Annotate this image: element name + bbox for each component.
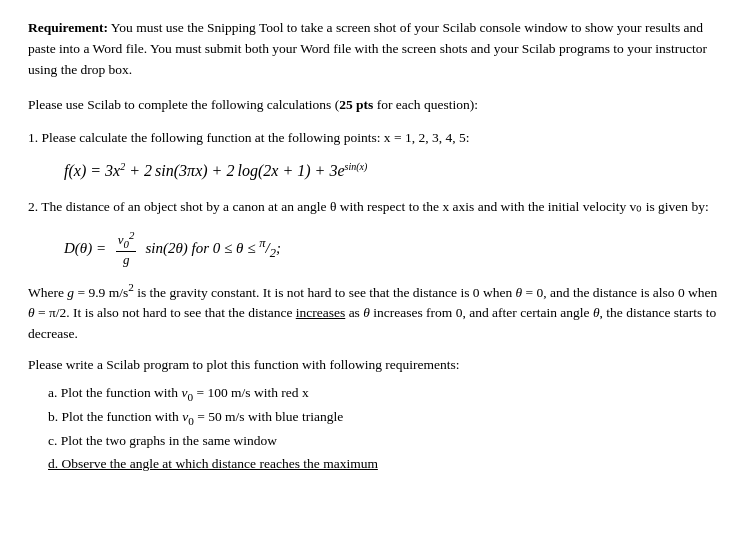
plot-item-d: d. Observe the angle at which distance r…: [48, 453, 725, 475]
plot-item-d-text: d. Observe the angle at which distance r…: [48, 456, 378, 471]
q2-formula-rest: sin(2θ) for 0 ≤ θ ≤ π/2;: [142, 234, 280, 263]
plot-item-b: b. Plot the function with v0 = 50 m/s wi…: [48, 406, 725, 430]
plot-items-list: a. Plot the function with v0 = 100 m/s w…: [48, 382, 725, 475]
q1-number: 1.: [28, 130, 38, 145]
q2-fraction: v02 g: [116, 228, 137, 269]
requirement-label: Requirement:: [28, 20, 108, 35]
program-section: Please write a Scilab program to plot th…: [28, 355, 725, 475]
q2-formula-D: D(θ) =: [64, 237, 110, 260]
plot-item-c: c. Plot the two graphs in the same windo…: [48, 430, 725, 452]
requirement-text: Requirement: You must use the Snipping T…: [28, 18, 725, 81]
q1-formula: f(x) = 3x2 + 2 sin(3πx) + 2 log(2x + 1) …: [64, 159, 725, 183]
q1-formula-text: f(x) = 3x2 + 2 sin(3πx) + 2 log(2x + 1) …: [64, 162, 367, 179]
requirement-body: You must use the Snipping Tool to take a…: [28, 20, 707, 77]
increases-text: increases: [296, 305, 345, 320]
q2-description: The distance of an object shot by a cano…: [41, 199, 708, 214]
program-intro-text: Please write a Scilab program to plot th…: [28, 355, 725, 376]
q2-formula: D(θ) = v02 g sin(2θ) for 0 ≤ θ ≤ π/2;: [64, 228, 725, 269]
question-2: 2. The distance of an object shot by a c…: [28, 197, 725, 475]
q2-denom: g: [121, 252, 132, 269]
q2-description-para: Where g = 9.9 m/s2 is the gravity consta…: [28, 279, 725, 345]
requirement-section: Requirement: You must use the Snipping T…: [28, 18, 725, 81]
pts-label: 25 pts: [339, 97, 373, 112]
q2-intro: 2. The distance of an object shot by a c…: [28, 197, 725, 218]
q1-text: 1. Please calculate the following functi…: [28, 128, 725, 149]
q1-description: Please calculate the following function …: [42, 130, 470, 145]
instructions-text: Please use Scilab to complete the follow…: [28, 95, 725, 116]
q2-number: 2.: [28, 199, 38, 214]
question-1: 1. Please calculate the following functi…: [28, 128, 725, 183]
q2-numer: v02: [116, 228, 137, 252]
plot-item-a: a. Plot the function with v0 = 100 m/s w…: [48, 382, 725, 406]
